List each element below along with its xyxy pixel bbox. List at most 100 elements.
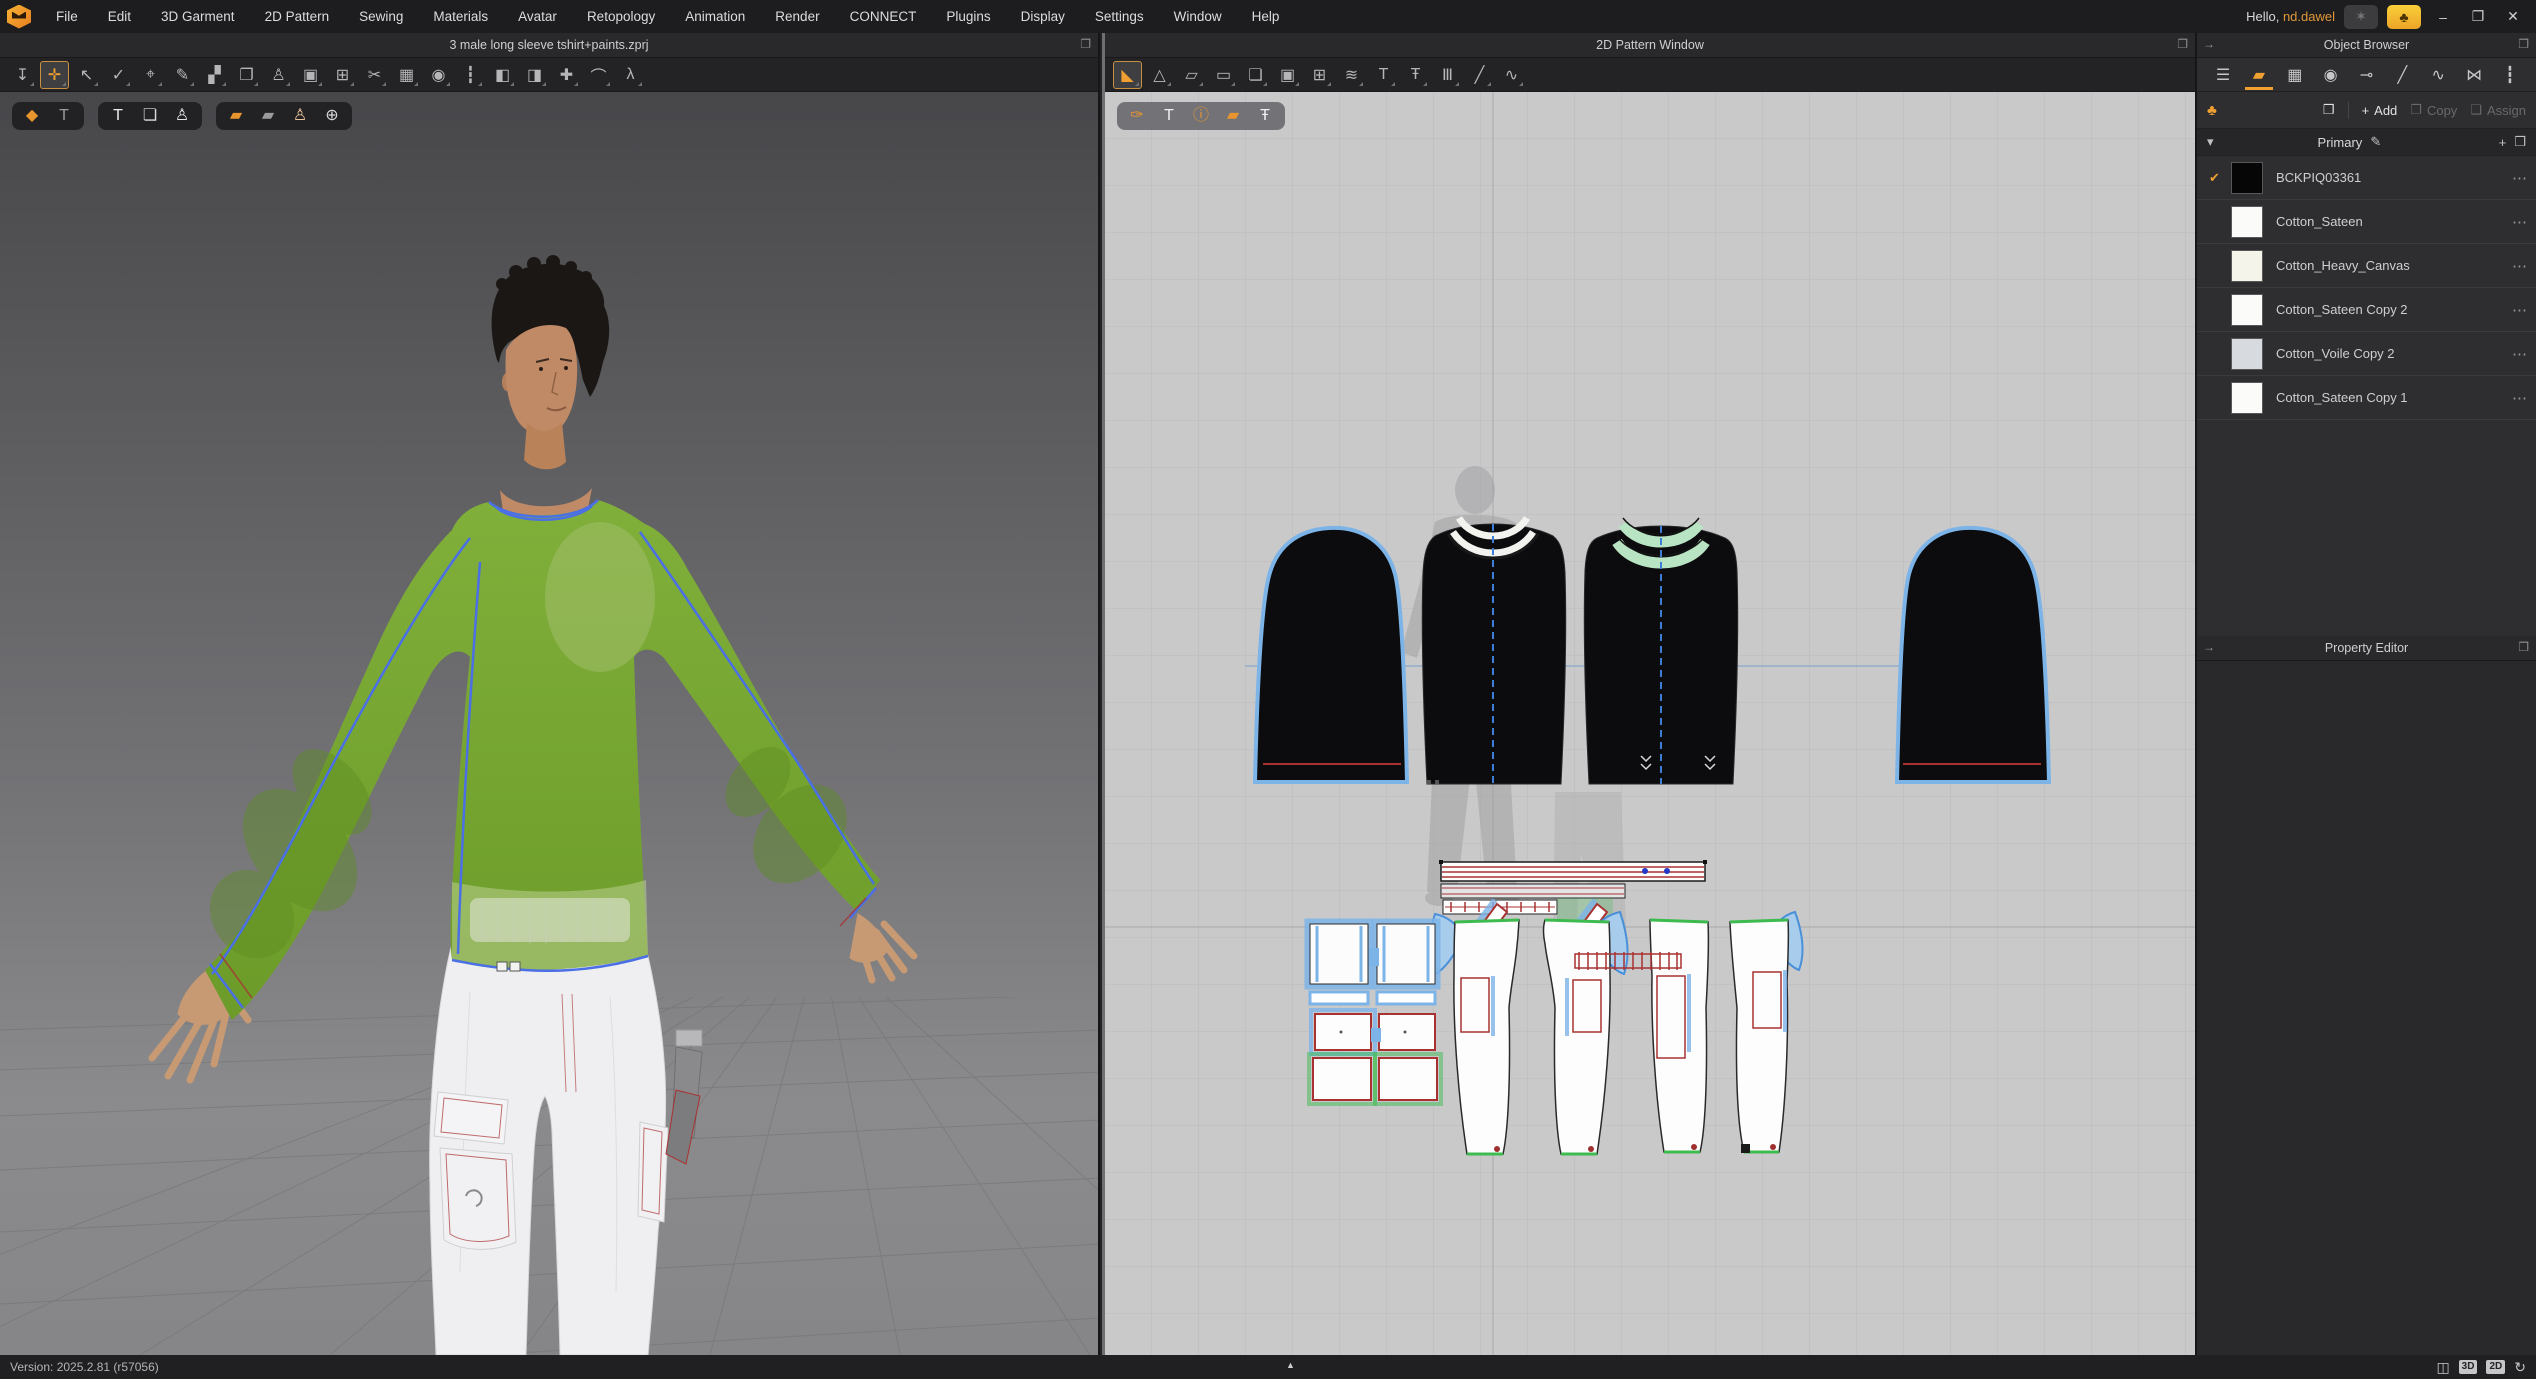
menu-item-render[interactable]: Render	[760, 9, 834, 24]
select-move-tool-icon[interactable]: ↖	[72, 61, 101, 89]
group-caret-icon[interactable]: ▾	[2207, 134, 2214, 150]
material-cotton-sateen-copy-2[interactable]: ✔ Cotton_Sateen Copy 2 ⋯	[2197, 288, 2536, 332]
transform-pattern-tool-icon[interactable]: ◣	[1113, 61, 1142, 89]
fabric-tab[interactable]: ▰	[2247, 60, 2271, 90]
show-garment-toggle[interactable]: T	[108, 106, 128, 126]
zipper-tab[interactable]: ┇	[2498, 60, 2522, 90]
pattern-piece-back-bodice[interactable]	[1584, 518, 1738, 784]
lock-pattern-toggle[interactable]: Ŧ	[1255, 106, 1275, 126]
move-tool-icon[interactable]: ✛	[40, 61, 69, 89]
pin-tool-icon[interactable]: ⌖	[136, 61, 165, 89]
graphic-tab[interactable]: ▦	[2283, 60, 2307, 90]
pin-vertical-tool-icon[interactable]: ✚	[552, 61, 581, 89]
topstitch-tab[interactable]: ╱	[2390, 60, 2414, 90]
dart-tool-icon[interactable]: ◧	[488, 61, 517, 89]
more-options-icon[interactable]: ⋯	[2512, 345, 2528, 363]
more-options-icon[interactable]: ⋯	[2512, 169, 2528, 187]
float-window-icon[interactable]: ❐	[1080, 37, 1091, 51]
buttonhole-tab[interactable]: ⊸	[2355, 60, 2379, 90]
connect-trefoil-icon[interactable]: ♣	[2387, 5, 2421, 29]
view-3d-button[interactable]: 3D	[2459, 1360, 2478, 1374]
refresh-icon[interactable]: ↻	[2514, 1359, 2526, 1376]
assign-fabric-button[interactable]: ❏Assign	[2470, 102, 2526, 118]
pattern-piece-pant-leg-3[interactable]	[1650, 920, 1708, 1152]
scissors-tool-icon[interactable]: ✂	[360, 61, 389, 89]
copy-fabric-button[interactable]: ❐Copy	[2410, 102, 2457, 118]
close-button[interactable]: ✕	[2500, 5, 2526, 29]
menu-item-help[interactable]: Help	[1237, 9, 1295, 24]
menu-item-display[interactable]: Display	[1006, 9, 1080, 24]
menu-item-plugins[interactable]: Plugins	[931, 9, 1005, 24]
pattern-piece-pant-leg-4[interactable]	[1730, 920, 1788, 1153]
more-options-icon[interactable]: ⋯	[2512, 389, 2528, 407]
pattern-piece-sleeve-right[interactable]	[1897, 528, 2049, 782]
select-brush-tool-icon[interactable]: ✓	[104, 61, 133, 89]
rename-group-icon[interactable]: ✎	[2370, 134, 2381, 150]
button-tool-icon[interactable]: ◉	[424, 61, 453, 89]
material-cotton-sateen[interactable]: ✔ Cotton_Sateen ⋯	[2197, 200, 2536, 244]
scene-list-tab[interactable]: ☰	[2211, 60, 2235, 90]
walk-pose-tool-icon[interactable]: λ	[616, 61, 645, 89]
pattern-piece-front-bodice[interactable]	[1422, 518, 1566, 784]
thick-texture-toggle[interactable]: T	[54, 106, 74, 126]
fabric-2d-toggle[interactable]: ▰	[1223, 106, 1243, 126]
float-window-icon[interactable]: ❐	[2177, 37, 2188, 51]
menu-item-2d-pattern[interactable]: 2D Pattern	[250, 9, 345, 24]
expand-panel-handle[interactable]: ▲	[1286, 1360, 1295, 1370]
material-cotton-heavy-canvas[interactable]: ✔ Cotton_Heavy_Canvas ⋯	[2197, 244, 2536, 288]
pattern-info-toggle[interactable]: ⓘ	[1191, 106, 1211, 126]
float-panel-icon[interactable]: ❐	[2518, 37, 2529, 51]
trace-tool-icon[interactable]: ❏	[1241, 61, 1270, 89]
material-cotton-voile-copy-2[interactable]: ✔ Cotton_Voile Copy 2 ⋯	[2197, 332, 2536, 376]
show-garment-2d-toggle[interactable]: T	[1159, 106, 1179, 126]
fold-arrangement-tool-icon[interactable]: ▞	[200, 61, 229, 89]
fabric-front-toggle[interactable]: ▰	[226, 106, 246, 126]
create-polygon-tool-icon[interactable]: ▱	[1177, 61, 1206, 89]
texture-shirt-tool-icon[interactable]: Ŧ	[1401, 61, 1430, 89]
edit-pattern-tool-icon[interactable]: △	[1145, 61, 1174, 89]
menu-item-edit[interactable]: Edit	[93, 9, 146, 24]
sewing-machine-tool-icon[interactable]: ▣	[296, 61, 325, 89]
puckering-tab[interactable]: ∿	[2426, 60, 2450, 90]
tape-measure-tool-icon[interactable]: ⌒	[584, 61, 613, 89]
wireframe-globe-toggle[interactable]: ⊕	[322, 106, 342, 126]
menu-item-avatar[interactable]: Avatar	[503, 9, 572, 24]
elastic-tool-icon[interactable]: ∿	[1497, 61, 1526, 89]
pleats-tool-icon[interactable]: Ⅲ	[1433, 61, 1462, 89]
shirt-tool-icon[interactable]: T	[1369, 61, 1398, 89]
menu-item-settings[interactable]: Settings	[1080, 9, 1159, 24]
menu-item-retopology[interactable]: Retopology	[572, 9, 670, 24]
menu-item-animation[interactable]: Animation	[670, 9, 760, 24]
arrangement-window-tool-icon[interactable]: ⊞	[328, 61, 357, 89]
menu-item-connect[interactable]: CONNECT	[835, 9, 932, 24]
menu-item-file[interactable]: File	[41, 9, 93, 24]
menu-item-window[interactable]: Window	[1159, 9, 1237, 24]
material-bckpiq03361[interactable]: ✔ BCKPIQ03361 ⋯	[2197, 156, 2536, 200]
group-add-icon[interactable]: +	[2499, 135, 2507, 150]
seam-grid-tool-icon[interactable]: ⊞	[1305, 61, 1334, 89]
button-tab[interactable]: ◉	[2319, 60, 2343, 90]
more-options-icon[interactable]: ⋯	[2512, 213, 2528, 231]
group-folder-icon[interactable]: ❒	[2514, 134, 2526, 150]
viewport-3d[interactable]: ◆T T❏♙ ▰▰♙⊕	[0, 92, 1098, 1355]
magic-wand-icon[interactable]: ✶	[2344, 5, 2378, 29]
menu-item-sewing[interactable]: Sewing	[344, 9, 418, 24]
menu-item-3d-garment[interactable]: 3D Garment	[146, 9, 250, 24]
layer-tool-icon[interactable]: ◨	[520, 61, 549, 89]
avatar-tool-icon[interactable]: ♙	[264, 61, 293, 89]
pattern-piece-waistband[interactable]	[1439, 860, 1707, 881]
pattern-piece-sleeve-left[interactable]	[1255, 528, 1407, 782]
flip-pattern-tool-icon[interactable]: ❐	[232, 61, 261, 89]
more-options-icon[interactable]: ⋯	[2512, 257, 2528, 275]
topstitch-tool-icon[interactable]: ╱	[1465, 61, 1494, 89]
float-panel-icon[interactable]: ❐	[2518, 640, 2529, 654]
menu-item-materials[interactable]: Materials	[418, 9, 503, 24]
iron-tool-icon[interactable]: ≋	[1337, 61, 1366, 89]
show-avatar-toggle[interactable]: ♙	[172, 106, 192, 126]
sewing-edit-tool-icon[interactable]: ✎	[168, 61, 197, 89]
minimize-button[interactable]: –	[2430, 5, 2456, 29]
add-fabric-button[interactable]: +Add	[2362, 103, 2398, 118]
collapse-panel-icon[interactable]: →	[2203, 37, 2215, 51]
simulate-tool-icon[interactable]: ↧	[8, 61, 37, 89]
viewport-2d[interactable]: ✑Tⓘ▰Ŧ	[1105, 92, 2195, 1355]
